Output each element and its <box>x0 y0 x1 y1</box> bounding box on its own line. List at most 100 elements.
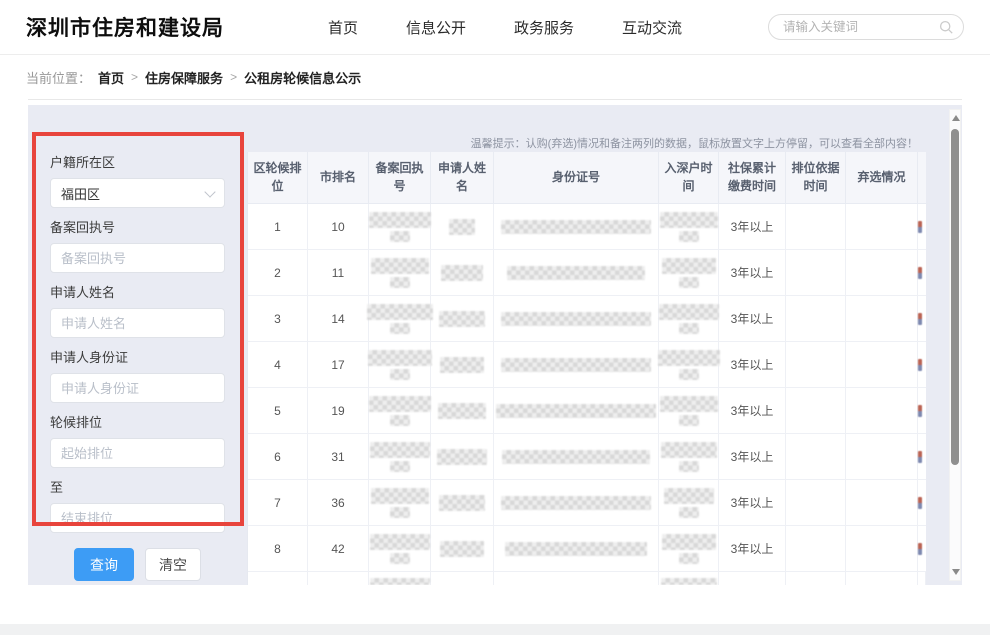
cell-receipt-no <box>369 296 431 342</box>
redacted-pixelated-block <box>370 534 430 550</box>
cell-rank-basis-time <box>786 342 846 388</box>
redacted-pixelated-block <box>369 396 431 412</box>
redacted-pixelated-block <box>437 449 487 465</box>
nav-interaction[interactable]: 互动交流 <box>622 17 682 38</box>
rank-to-label: 至 <box>50 477 247 496</box>
column-header: 排位依据时间 <box>786 152 846 204</box>
cell-city-rank: 42 <box>308 526 369 572</box>
cell-hukou-date <box>659 388 719 434</box>
site-search <box>768 14 964 40</box>
receipt-input[interactable] <box>50 243 225 273</box>
clear-button[interactable]: 清空 <box>145 548 201 581</box>
query-button[interactable]: 查询 <box>74 548 134 581</box>
breadcrumb-current-page: 公租房轮候信息公示 <box>244 68 361 87</box>
scrollbar-down-arrow-icon[interactable] <box>952 569 960 575</box>
cell-id-number <box>494 250 659 296</box>
redacted-pixelated-block <box>370 442 430 458</box>
magnifier-icon[interactable] <box>939 20 954 35</box>
nav-gov-services[interactable]: 政务服务 <box>514 17 574 38</box>
cell-applicant-name <box>431 434 494 480</box>
redacted-pixelated-block <box>390 323 410 334</box>
cell-cutoff <box>918 480 926 526</box>
waiting-list-table: 区轮候排位市排名备案回执号申请人姓名身份证号入深户时间社保累计缴费时间排位依据时… <box>247 152 926 585</box>
redacted-pixelated-block <box>679 231 699 242</box>
cell-receipt-no <box>369 388 431 434</box>
cell-social-security: 3年以上 <box>719 526 786 572</box>
cell-hukou-date <box>659 572 719 585</box>
redacted-pixelated-block <box>390 231 410 242</box>
applicant-id-input[interactable] <box>50 373 225 403</box>
breadcrumb-separator: > <box>230 70 237 84</box>
vertical-scrollbar[interactable] <box>949 109 961 581</box>
column-header: 市排名 <box>308 152 369 204</box>
redacted-pixelated-block <box>501 496 651 510</box>
redacted-pixelated-block <box>371 488 429 504</box>
redacted-pixelated-block <box>367 304 433 320</box>
cutoff-text-fragment <box>918 543 922 555</box>
applicant-name-label: 申请人姓名 <box>50 282 247 301</box>
nav-info-disclosure[interactable]: 信息公开 <box>406 17 466 38</box>
applicant-id-label: 申请人身份证 <box>50 347 247 366</box>
cutoff-text-fragment <box>918 497 922 509</box>
cell-cutoff <box>918 572 926 585</box>
cell-rank-basis-time <box>786 388 846 434</box>
table-header-row: 区轮候排位市排名备案回执号申请人姓名身份证号入深户时间社保累计缴费时间排位依据时… <box>248 152 926 204</box>
redacted-pixelated-block <box>507 266 645 280</box>
top-bar: 深圳市住房和建设局 首页 信息公开 政务服务 互动交流 <box>0 0 990 55</box>
cell-city-rank: 14 <box>308 296 369 342</box>
redacted-pixelated-block <box>501 312 651 326</box>
table-row: 3143年以上 <box>248 296 926 342</box>
cell-applicant-name <box>431 572 494 585</box>
breadcrumb-housing-services[interactable]: 住房保障服务 <box>145 68 223 87</box>
cell-hukou-date <box>659 434 719 480</box>
redacted-pixelated-block <box>679 415 699 426</box>
table-row: 6313年以上 <box>248 434 926 480</box>
redacted-pixelated-block <box>371 258 429 274</box>
cell-rank-basis-time <box>786 572 846 585</box>
cell-id-number <box>494 388 659 434</box>
content-card: 户籍所在区 备案回执号 申请人姓名 申请人身份证 轮候排位 至 查询 清空 温馨… <box>28 105 962 585</box>
cell-id-number <box>494 480 659 526</box>
redacted-pixelated-block <box>369 212 431 228</box>
cell-waive-status <box>846 342 918 388</box>
column-header-cutoff <box>918 152 928 204</box>
redacted-pixelated-block <box>439 311 485 327</box>
column-header: 身份证号 <box>494 152 659 204</box>
cell-applicant-name <box>431 388 494 434</box>
rank-end-input[interactable] <box>50 503 225 533</box>
cell-social-security <box>719 572 786 585</box>
rank-start-input[interactable] <box>50 438 225 468</box>
cell-rank-basis-time <box>786 250 846 296</box>
cell-district-rank: 7 <box>248 480 308 526</box>
breadcrumb-home[interactable]: 首页 <box>98 68 124 87</box>
cell-applicant-name <box>431 480 494 526</box>
table-row: 2113年以上 <box>248 250 926 296</box>
cell-waive-status <box>846 434 918 480</box>
cell-hukou-date <box>659 204 719 250</box>
district-select-value[interactable] <box>50 178 225 208</box>
search-input[interactable] <box>781 19 935 35</box>
table-row: 7363年以上 <box>248 480 926 526</box>
cutoff-text-fragment <box>918 359 922 371</box>
cell-applicant-name <box>431 204 494 250</box>
scrollbar-up-arrow-icon[interactable] <box>952 115 960 121</box>
nav-home[interactable]: 首页 <box>328 17 358 38</box>
scrollbar-thumb[interactable] <box>951 129 959 465</box>
district-select[interactable] <box>50 178 225 208</box>
cell-waive-status <box>846 388 918 434</box>
cell-applicant-name <box>431 250 494 296</box>
cell-applicant-name <box>431 342 494 388</box>
cell-applicant-name <box>431 296 494 342</box>
applicant-name-input[interactable] <box>50 308 225 338</box>
redacted-pixelated-block <box>662 258 716 274</box>
main-nav: 首页 信息公开 政务服务 互动交流 <box>328 17 682 38</box>
redacted-pixelated-block <box>662 534 716 550</box>
redacted-pixelated-block <box>438 403 486 419</box>
cell-district-rank: 3 <box>248 296 308 342</box>
cell-social-security: 3年以上 <box>719 204 786 250</box>
filter-buttons: 查询 清空 <box>50 548 225 581</box>
rank-label: 轮候排位 <box>50 412 247 431</box>
filter-panel: 户籍所在区 备案回执号 申请人姓名 申请人身份证 轮候排位 至 查询 清空 <box>28 105 247 585</box>
cell-receipt-no <box>369 572 431 585</box>
redacted-pixelated-block <box>661 578 717 585</box>
